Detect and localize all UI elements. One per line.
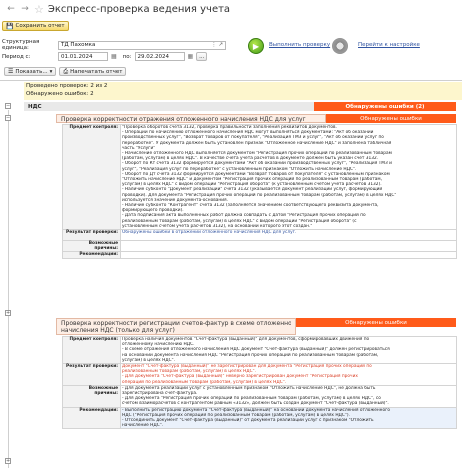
- group-title: НДС: [28, 103, 42, 110]
- section2-status-text: Обнаружены ошибки: [345, 319, 407, 326]
- section3-toggle[interactable]: +: [5, 458, 11, 464]
- section2-details-table: Предмет контроля: Проверка наличия докум…: [62, 335, 457, 430]
- section1-subject-value: "Проверка оборотов счета 3132, проверка …: [120, 123, 457, 231]
- section1-result-key: Результат проверки:: [62, 229, 121, 242]
- section2-result-row: Результат проверки: Документ "Счет-факту…: [62, 363, 457, 386]
- group-header-vat[interactable]: НДС: [24, 102, 314, 111]
- section2-status-badge: Обнаружены ошибки: [296, 318, 456, 327]
- section2-title-line: начисления НДС (только для услуг): [61, 327, 175, 334]
- text-line: Обнаружены ошибки в отражении отложенног…: [122, 230, 297, 236]
- print-label: Напечатать отчет: [70, 68, 123, 75]
- text-line: услугам) в целях НДС".: [122, 357, 176, 363]
- text-line: счетом взаиморасчетов с контрагентом рав…: [122, 401, 389, 407]
- collapse-all-toggle[interactable]: −: [5, 103, 11, 109]
- section2-subject-value: Проверка наличия документов "Счет-фактур…: [120, 335, 457, 365]
- run-check-link[interactable]: Выполнить проверку: [269, 42, 330, 48]
- print-icon: ⎙: [63, 67, 69, 75]
- date-to-value: 29.02.2024: [137, 53, 170, 60]
- unit-field[interactable]: ТД Пахомка ⋮ ↗: [58, 40, 226, 50]
- window-title: Экспресс-проверка ведения учета: [47, 3, 231, 15]
- period-label: Период с:: [2, 53, 31, 60]
- summary-errors-found: Обнаружено ошибок: 2: [26, 91, 94, 97]
- section1-status-badge: Обнаружены ошибки: [326, 114, 456, 123]
- section1-causes-key: Возможные причины:: [62, 240, 121, 253]
- show-dropdown-button[interactable]: ☰ Показать... ▾: [4, 67, 57, 76]
- section1-result-value: Обнаружены ошибки в отражении отложенног…: [120, 229, 457, 242]
- text-line: операций по реализованным товарам (работ…: [122, 379, 287, 385]
- run-check-icon[interactable]: ▶: [248, 38, 264, 54]
- calendar-icon[interactable]: ▦: [111, 53, 117, 60]
- print-report-button[interactable]: ⎙ Напечатать отчет: [59, 67, 127, 76]
- favorite-star-icon[interactable]: ☆: [34, 3, 44, 16]
- section1-details-table: Предмет контроля: "Проверка оборотов сче…: [62, 123, 457, 259]
- forward-arrow-icon[interactable]: →: [18, 3, 32, 15]
- group-status-badge: Обнаружены ошибки (2): [314, 102, 456, 111]
- section2-reco-key: Рекомендации:: [62, 406, 121, 430]
- section1-title-text: Проверка корректности отражения отложенн…: [61, 116, 306, 123]
- section2-causes-value: - Для документа реализации услуг с устан…: [120, 384, 457, 408]
- section2-title[interactable]: Проверка корректности регистрации счетов…: [56, 318, 296, 335]
- chevron-down-icon: ▾: [49, 68, 53, 75]
- section2-result-key: Результат проверки:: [62, 363, 121, 386]
- unit-label: Структурная единица:: [2, 39, 40, 51]
- section1-causes-row: Возможные причины:: [62, 240, 457, 253]
- section1-title[interactable]: Проверка корректности отражения отложенн…: [56, 114, 326, 123]
- section1-status-text: Обнаружены ошибки: [360, 115, 422, 122]
- open-link-icon[interactable]: ⋮ ↗: [211, 42, 223, 48]
- section2-reco-value: - Выполнить регистрацию документа "Счет-…: [120, 406, 457, 430]
- text-line: начисление НДС".: [122, 423, 164, 429]
- to-label: по:: [122, 53, 132, 60]
- section1-subject-row: Предмет контроля: "Проверка оборотов сче…: [62, 123, 457, 231]
- section1-causes-value: [120, 240, 457, 253]
- section2-toggle[interactable]: +: [5, 310, 11, 316]
- section2-result-value: Документ "Счет-фактура (выданный)" не за…: [120, 363, 457, 386]
- section2-causes-row: Возможные причины: - Для документа реали…: [62, 384, 457, 408]
- unit-value: ТД Пахомка: [61, 42, 96, 48]
- show-label: Показать...: [15, 68, 48, 75]
- save-report-label: Сохранить отчет: [15, 23, 65, 29]
- section2-title-line: Проверка корректности регистрации счетов…: [61, 320, 291, 327]
- section1-toggle[interactable]: −: [5, 115, 11, 121]
- gear-icon[interactable]: [332, 38, 348, 54]
- date-to-field[interactable]: 29.02.2024: [134, 52, 185, 61]
- section2-subject-key: Предмет контроля:: [62, 335, 121, 365]
- list-icon: ☰: [8, 68, 14, 75]
- window-titlebar: ← → ☆ Экспресс-проверка ведения учета: [0, 0, 462, 18]
- section2-reco-row: Рекомендации: - Выполнить регистрацию до…: [62, 406, 457, 430]
- section2-causes-key: Возможные причины:: [62, 384, 121, 408]
- calendar-icon[interactable]: ▦: [188, 53, 194, 60]
- summary-panel: Проведено проверок: 2 из 2 Обнаружено ош…: [24, 82, 462, 100]
- section1-reco-value: [120, 251, 457, 259]
- section1-subject-key: Предмет контроля:: [62, 123, 121, 231]
- save-icon: 💾: [6, 22, 14, 30]
- section2-subject-row: Предмет контроля: Проверка наличия докум…: [62, 335, 457, 365]
- back-arrow-icon[interactable]: ←: [4, 3, 18, 15]
- summary-checks-done: Проведено проверок: 2 из 2: [26, 83, 108, 89]
- section1-reco-row: Рекомендации:: [62, 251, 457, 259]
- date-from-value: 01.01.2024: [61, 53, 93, 60]
- save-report-button[interactable]: 💾 Сохранить отчет: [2, 21, 69, 31]
- section1-result-row: Результат проверки: Обнаружены ошибки в …: [62, 229, 457, 242]
- period-select-button[interactable]: ...: [196, 52, 208, 61]
- text-line: установленным счетом учета расчетов 3132…: [122, 223, 313, 229]
- group-status-text: Обнаружены ошибки (2): [345, 103, 425, 110]
- date-from-field[interactable]: 01.01.2024: [58, 52, 108, 61]
- settings-link[interactable]: Перейти к настройке: [358, 42, 420, 48]
- section1-reco-key: Рекомендации:: [62, 251, 121, 259]
